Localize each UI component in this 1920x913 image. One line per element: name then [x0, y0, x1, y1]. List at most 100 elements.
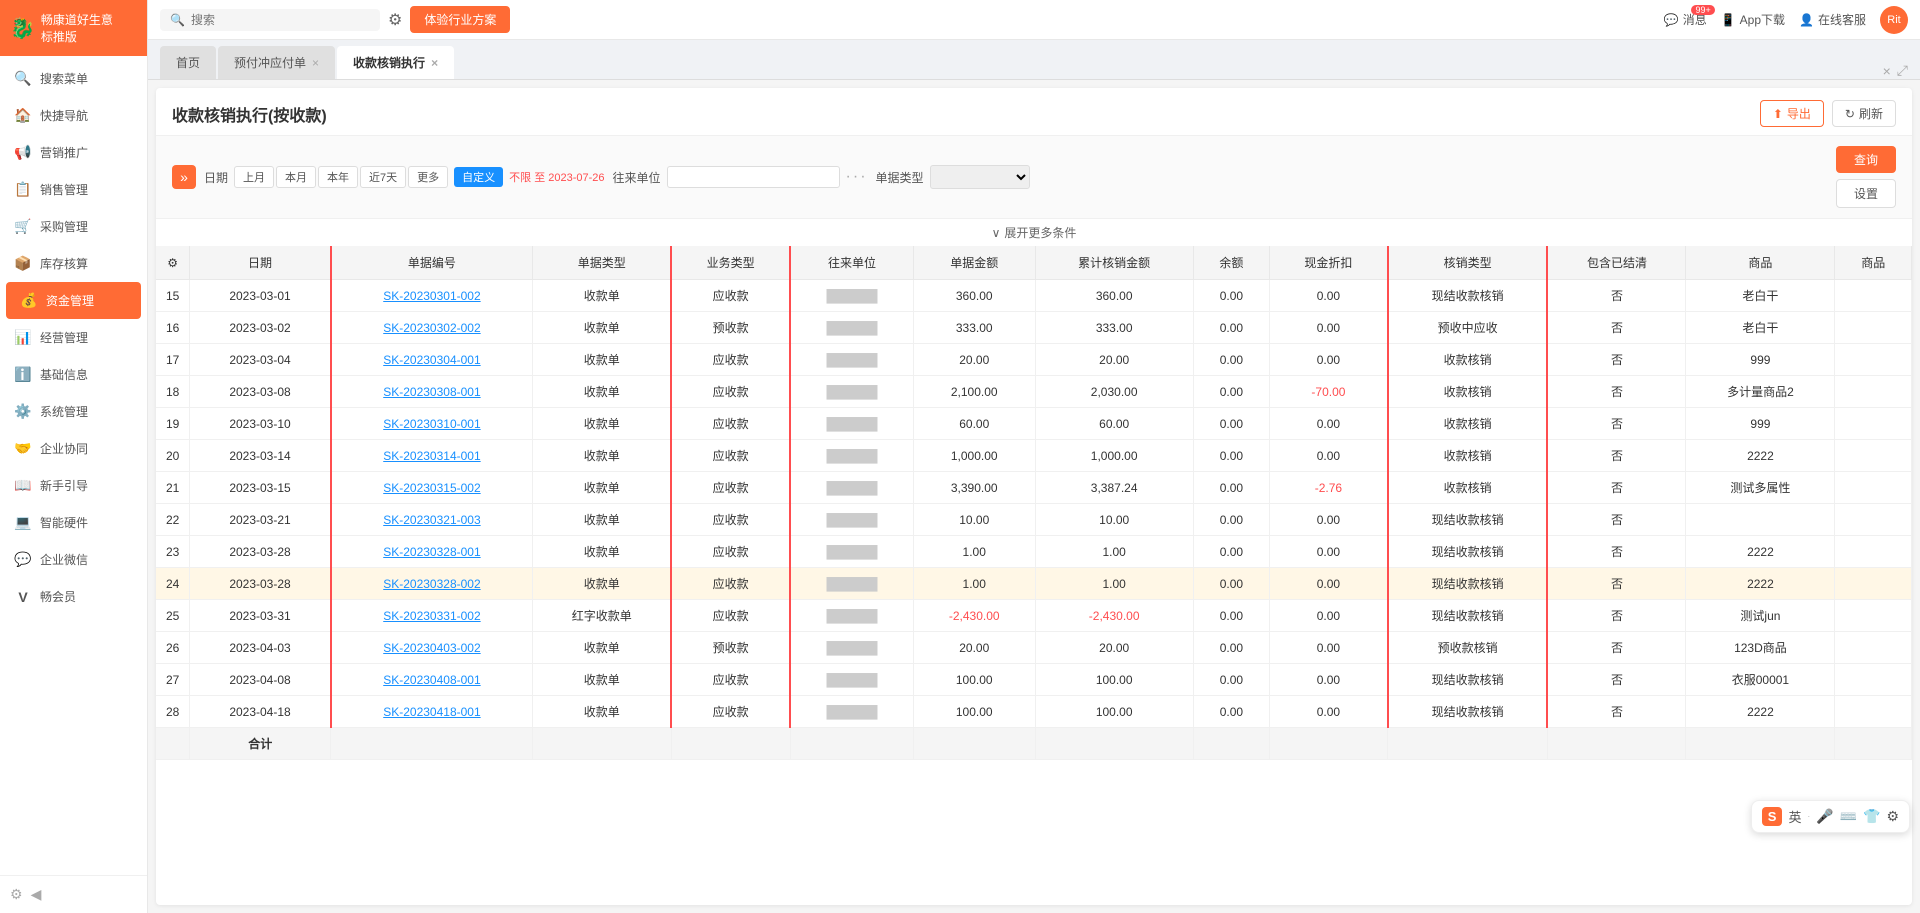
tab-payable-label: 预付冲应付单	[234, 54, 306, 71]
customer-filter-label: 往来单位	[613, 169, 661, 186]
doctype-filter-select[interactable]	[930, 165, 1030, 189]
sidebar-label-wechat: 企业微信	[40, 551, 88, 568]
export-button[interactable]: ⬆ 导出	[1760, 100, 1824, 127]
row-doc-no[interactable]: SK-20230408-001	[331, 664, 533, 696]
topbar-gear-icon[interactable]: ⚙	[388, 10, 402, 30]
table-row: 192023-03-10SK-20230310-001收款单应收款██████6…	[156, 408, 1912, 440]
sidebar-item-purchase[interactable]: 🛒 采购管理	[0, 208, 147, 245]
sidebar-item-marketing[interactable]: 📢 营销推广	[0, 134, 147, 171]
query-button[interactable]: 查询	[1836, 146, 1896, 173]
marketing-icon: 📢	[14, 144, 32, 161]
setting-button[interactable]: 设置	[1836, 179, 1896, 208]
floating-settings-icon[interactable]: ⚙	[1886, 808, 1899, 825]
customer-filter-input[interactable]	[667, 166, 840, 188]
topbar-search-input[interactable]	[191, 13, 370, 27]
tab-payable-close[interactable]: ×	[312, 56, 319, 70]
date-this-year-button[interactable]: 本年	[318, 166, 358, 188]
sidebar-item-finance[interactable]: 💰 资金管理	[6, 282, 141, 319]
row-doc-no[interactable]: SK-20230314-001	[331, 440, 533, 472]
sidebar-item-hardware[interactable]: 💻 智能硬件	[0, 504, 147, 541]
sidebar-item-member[interactable]: V 畅会员	[0, 578, 147, 615]
row-doc-no[interactable]: SK-20230328-002	[331, 568, 533, 600]
row-doc-type: 收款单	[533, 344, 671, 376]
row-doc-no[interactable]: SK-20230301-002	[331, 280, 533, 312]
footer-cell	[671, 728, 790, 760]
row-biz-type: 应收款	[671, 568, 790, 600]
tab-collection-label: 收款核销执行	[353, 54, 425, 71]
row-writeoff-type: 预收中应收	[1388, 312, 1548, 344]
collapse-sidebar-button[interactable]: ◀	[31, 886, 42, 903]
row-date: 2023-04-03	[190, 632, 331, 664]
industry-solution-button[interactable]: 体验行业方案	[410, 6, 510, 33]
th-writeoff-type: 核销类型	[1388, 246, 1548, 280]
date-7days-button[interactable]: 近7天	[360, 166, 406, 188]
row-customer: ██████	[790, 376, 913, 408]
tab-home[interactable]: 首页	[160, 46, 216, 79]
row-doc-no[interactable]: SK-20230418-001	[331, 696, 533, 728]
sidebar-item-operation[interactable]: 📊 经营管理	[0, 319, 147, 356]
customer-filter-dots[interactable]: ···	[846, 168, 868, 186]
message-badge: 99+	[1691, 5, 1714, 15]
sidebar-item-sales[interactable]: 📋 销售管理	[0, 171, 147, 208]
row-doc-no[interactable]: SK-20230328-001	[331, 536, 533, 568]
sidebar-item-wechat[interactable]: 💬 企业微信	[0, 541, 147, 578]
footer-cell	[1388, 728, 1548, 760]
sidebar-item-inventory[interactable]: 📦 库存核算	[0, 245, 147, 282]
sidebar-item-system[interactable]: ⚙️ 系统管理	[0, 393, 147, 430]
th-settings[interactable]: ⚙	[156, 246, 190, 280]
row-date: 2023-03-31	[190, 600, 331, 632]
online-service-button[interactable]: 👤 在线客服	[1799, 11, 1866, 28]
refresh-button[interactable]: ↻ 刷新	[1832, 100, 1896, 127]
floating-keyboard-icon[interactable]: ⌨️	[1840, 808, 1857, 825]
expand-more-conditions[interactable]: ∨ 展开更多条件	[156, 219, 1912, 246]
row-doc-no[interactable]: SK-20230304-001	[331, 344, 533, 376]
finance-icon: 💰	[20, 292, 38, 309]
app-download-button[interactable]: 📱 App下载	[1721, 11, 1785, 28]
row-date: 2023-03-28	[190, 536, 331, 568]
row-writeoff: 100.00	[1035, 664, 1193, 696]
tab-minimize-button[interactable]: ×	[1883, 63, 1891, 79]
tabs-bar: 首页 预付冲应付单 × 收款核销执行 × × ⤢	[148, 40, 1920, 80]
row-doc-no[interactable]: SK-20230403-002	[331, 632, 533, 664]
sidebar-item-quick-nav[interactable]: 🏠 快捷导航	[0, 97, 147, 134]
date-this-month-button[interactable]: 本月	[276, 166, 316, 188]
row-goods2	[1835, 280, 1912, 312]
topbar-search-icon: 🔍	[170, 13, 185, 27]
tab-collection-close[interactable]: ×	[431, 56, 438, 70]
row-doc-no[interactable]: SK-20230308-001	[331, 376, 533, 408]
row-doc-no[interactable]: SK-20230331-002	[331, 600, 533, 632]
row-doc-no[interactable]: SK-20230310-001	[331, 408, 533, 440]
row-no: 19	[156, 408, 190, 440]
row-doc-type: 收款单	[533, 696, 671, 728]
date-more-button[interactable]: 更多	[408, 166, 448, 188]
date-custom-button[interactable]: 自定义	[454, 167, 503, 187]
th-date: 日期	[190, 246, 331, 280]
floating-shirt-icon[interactable]: 👕	[1863, 808, 1880, 825]
sidebar-label-hardware: 智能硬件	[40, 514, 88, 531]
sidebar-item-enterprise[interactable]: 🤝 企业协同	[0, 430, 147, 467]
date-last-month-button[interactable]: 上月	[234, 166, 274, 188]
floating-toolbar: S 英 · 🎤 ⌨️ 👕 ⚙	[1751, 800, 1910, 833]
row-customer: ██████	[790, 440, 913, 472]
tab-maximize-button[interactable]: ⤢	[1897, 62, 1908, 79]
filter-toggle-button[interactable]: »	[172, 165, 196, 189]
tab-collection[interactable]: 收款核销执行 ×	[337, 46, 454, 79]
filter-doctype-section: 单据类型	[876, 165, 1030, 189]
message-button[interactable]: 💬 消息 99+	[1664, 11, 1707, 28]
row-goods: 999	[1686, 344, 1835, 376]
row-doc-no[interactable]: SK-20230302-002	[331, 312, 533, 344]
row-no: 23	[156, 536, 190, 568]
row-goods: 老白干	[1686, 280, 1835, 312]
row-amount: 2,100.00	[913, 376, 1035, 408]
tab-payable[interactable]: 预付冲应付单 ×	[218, 46, 335, 79]
row-doc-no[interactable]: SK-20230315-002	[331, 472, 533, 504]
row-amount: 360.00	[913, 280, 1035, 312]
user-avatar[interactable]: Rit	[1880, 6, 1908, 34]
sidebar-item-basic[interactable]: ℹ️ 基础信息	[0, 356, 147, 393]
floating-mic-icon[interactable]: 🎤	[1816, 808, 1833, 825]
sidebar-item-search[interactable]: 🔍 搜索菜单	[0, 60, 147, 97]
row-doc-no[interactable]: SK-20230321-003	[331, 504, 533, 536]
topbar-search-wrap[interactable]: 🔍	[160, 9, 380, 31]
settings-footer-button[interactable]: ⚙	[10, 886, 23, 903]
sidebar-item-guide[interactable]: 📖 新手引导	[0, 467, 147, 504]
